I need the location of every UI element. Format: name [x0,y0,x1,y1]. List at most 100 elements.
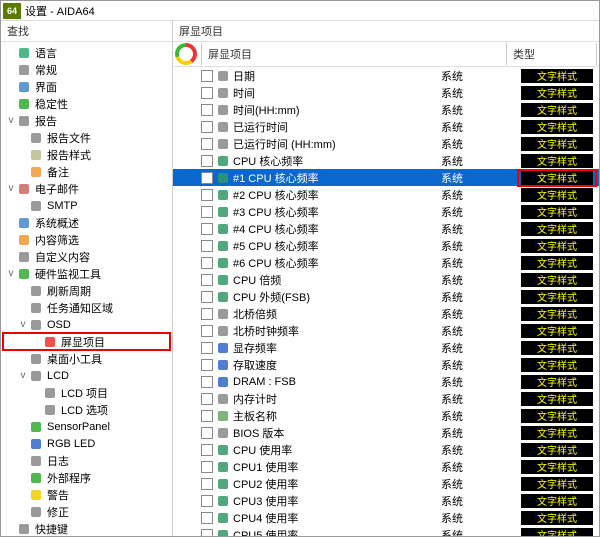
tree-node[interactable]: 语言 [3,44,170,61]
tree-node[interactable]: v报告 [3,112,170,129]
tree-node[interactable]: 界面 [3,78,170,95]
style-badge[interactable]: 文字样式 [521,528,593,537]
checkbox[interactable] [201,529,213,537]
list-row[interactable]: 显存频率系统文字样式 [173,339,599,356]
checkbox[interactable] [201,189,213,201]
list-row[interactable]: 内存计时系统文字样式 [173,390,599,407]
checkbox[interactable] [201,121,213,133]
col-type[interactable]: 类型 [507,43,597,65]
style-badge[interactable]: 文字样式 [521,205,593,219]
style-badge[interactable]: 文字样式 [521,392,593,406]
checkbox[interactable] [201,478,213,490]
style-badge[interactable]: 文字样式 [521,409,593,423]
tree-node[interactable]: 日志 [3,452,170,469]
checkbox[interactable] [201,70,213,82]
tree-node[interactable]: 内容筛选 [3,231,170,248]
list-row[interactable]: 已运行时间系统文字样式 [173,118,599,135]
list-row[interactable]: CPU4 使用率系统文字样式 [173,509,599,526]
tree-node[interactable]: 稳定性 [3,95,170,112]
style-badge[interactable]: 文字样式 [521,86,593,100]
tree-node[interactable]: 修正 [3,503,170,520]
checkbox[interactable] [201,257,213,269]
tree-node[interactable]: LCD 项目 [3,384,170,401]
style-badge[interactable]: 文字样式 [521,358,593,372]
list-row[interactable]: CPU 使用率系统文字样式 [173,441,599,458]
style-badge[interactable]: 文字样式 [521,171,593,185]
tree-node[interactable]: 桌面小工具 [3,350,170,367]
tree-node[interactable]: RGB LED [3,435,170,452]
expander-icon[interactable]: v [17,370,29,381]
settings-tree[interactable]: 语言常规界面稳定性v报告报告文件报告样式备注v电子邮件SMTP系统概述内容筛选自… [1,41,172,536]
style-badge[interactable]: 文字样式 [521,154,593,168]
checkbox[interactable] [201,461,213,473]
checkbox[interactable] [201,325,213,337]
style-badge[interactable]: 文字样式 [521,273,593,287]
checkbox[interactable] [201,495,213,507]
expander-icon[interactable]: v [5,115,17,126]
checkbox[interactable] [201,87,213,99]
expander-icon[interactable]: v [17,319,29,330]
tree-node[interactable]: vOSD [3,316,170,333]
list-row[interactable]: 已运行时间 (HH:mm)系统文字样式 [173,135,599,152]
list-row[interactable]: 时间系统文字样式 [173,84,599,101]
expander-icon[interactable]: v [5,268,17,279]
checkbox[interactable] [201,274,213,286]
col-item[interactable]: 屏显项目 [202,43,507,65]
tree-node[interactable]: 报告样式 [3,146,170,163]
checkbox[interactable] [201,206,213,218]
checkbox[interactable] [201,223,213,235]
expander-icon[interactable]: v [5,183,17,194]
tree-node[interactable]: v硬件监视工具 [3,265,170,282]
tree-node[interactable]: 屏显项目 [3,333,170,350]
checkbox[interactable] [201,155,213,167]
tree-node[interactable]: 报告文件 [3,129,170,146]
style-badge[interactable]: 文字样式 [521,443,593,457]
list-row[interactable]: 北桥时钟频率系统文字样式 [173,322,599,339]
list-row[interactable]: CPU 倍频系统文字样式 [173,271,599,288]
checkbox[interactable] [201,342,213,354]
list-row[interactable]: 时间(HH:mm)系统文字样式 [173,101,599,118]
checkbox[interactable] [201,393,213,405]
checkbox[interactable] [201,427,213,439]
item-list[interactable]: 日期系统文字样式时间系统文字样式时间(HH:mm)系统文字样式已运行时间系统文字… [173,67,599,536]
style-badge[interactable]: 文字样式 [521,256,593,270]
list-row[interactable]: #3 CPU 核心频率系统文字样式 [173,203,599,220]
list-row[interactable]: #6 CPU 核心频率系统文字样式 [173,254,599,271]
style-badge[interactable]: 文字样式 [521,307,593,321]
style-badge[interactable]: 文字样式 [521,324,593,338]
list-row[interactable]: CPU1 使用率系统文字样式 [173,458,599,475]
tree-node[interactable]: LCD 选项 [3,401,170,418]
list-row[interactable]: #1 CPU 核心频率系统文字样式 [173,169,599,186]
list-row[interactable]: #2 CPU 核心频率系统文字样式 [173,186,599,203]
tree-node[interactable]: 外部程序 [3,469,170,486]
style-badge[interactable]: 文字样式 [521,103,593,117]
checkbox[interactable] [201,172,213,184]
tree-node[interactable]: 备注 [3,163,170,180]
list-row[interactable]: 主板名称系统文字样式 [173,407,599,424]
list-row[interactable]: 存取速度系统文字样式 [173,356,599,373]
tree-node[interactable]: 刷新周期 [3,282,170,299]
checkbox[interactable] [201,444,213,456]
checkbox[interactable] [201,410,213,422]
style-badge[interactable]: 文字样式 [521,222,593,236]
checkbox[interactable] [201,359,213,371]
list-row[interactable]: 日期系统文字样式 [173,67,599,84]
style-badge[interactable]: 文字样式 [521,69,593,83]
style-badge[interactable]: 文字样式 [521,426,593,440]
tree-node[interactable]: 快捷键 [3,520,170,536]
style-badge[interactable]: 文字样式 [521,137,593,151]
style-badge[interactable]: 文字样式 [521,120,593,134]
style-badge[interactable]: 文字样式 [521,341,593,355]
checkbox[interactable] [201,240,213,252]
checkbox[interactable] [201,138,213,150]
tree-node[interactable]: 常规 [3,61,170,78]
style-badge[interactable]: 文字样式 [521,188,593,202]
style-badge[interactable]: 文字样式 [521,239,593,253]
checkbox[interactable] [201,308,213,320]
list-row[interactable]: DRAM : FSB系统文字样式 [173,373,599,390]
style-badge[interactable]: 文字样式 [521,290,593,304]
style-badge[interactable]: 文字样式 [521,494,593,508]
style-badge[interactable]: 文字样式 [521,477,593,491]
tree-node[interactable]: 任务通知区域 [3,299,170,316]
checkbox[interactable] [201,376,213,388]
